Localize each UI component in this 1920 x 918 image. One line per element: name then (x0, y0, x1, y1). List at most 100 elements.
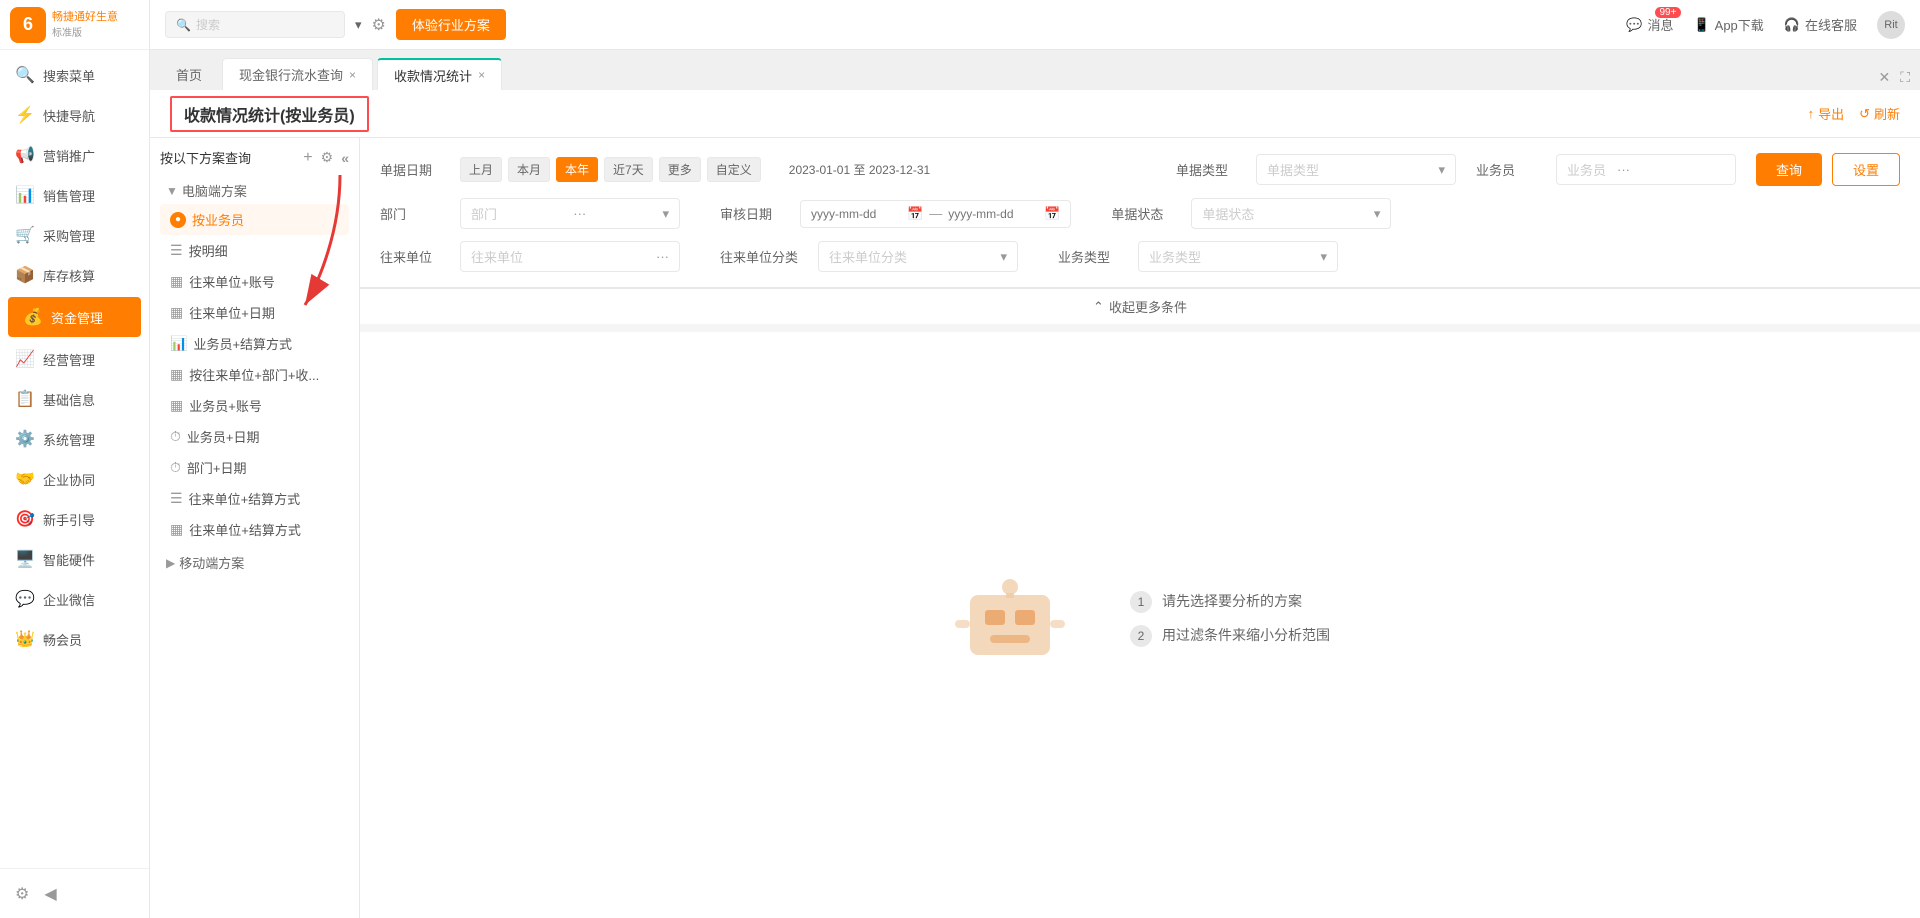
sidebar-item-cooperation[interactable]: 🤝 企业协同 (0, 459, 149, 499)
partner-payment2-icon: ▦ (170, 521, 183, 538)
main-content: 🔍 搜索 ▾ ⚙ 体验行业方案 💬 消息 99+ 📱 App下载 🎧 (150, 0, 1920, 918)
tree-item-by-partner-date-label: 往来单位+日期 (189, 303, 275, 322)
date-btn-this-year[interactable]: 本年 (556, 157, 598, 182)
doc-status-select[interactable]: 单据状态 ▾ (1191, 198, 1391, 229)
left-panel-collapse-icon[interactable]: « (341, 150, 349, 166)
tree-item-by-partner-account[interactable]: ▦ 往来单位+账号 (160, 266, 349, 297)
tabs-bar: 首页 现金银行流水查询 × 收款情况统计 × ✕ ⛶ (150, 50, 1920, 90)
tree-item-by-salesperson-date[interactable]: ⏱ 业务员+日期 (160, 421, 349, 452)
review-date-label: 审核日期 (720, 204, 780, 223)
export-btn[interactable]: ↑ 导出 (1808, 104, 1845, 123)
schema-btn[interactable]: 体验行业方案 (396, 9, 506, 40)
tree-item-by-partner-dept[interactable]: ▦ 按往来单位+部门+收... (160, 359, 349, 390)
doc-type-label: 单据类型 (1176, 160, 1236, 179)
sidebar-item-search[interactable]: 🔍 搜索菜单 (0, 55, 149, 95)
tree-section-mobile-header[interactable]: ▶ 移动端方案 (160, 549, 349, 576)
tree-section-pc-label: 电脑端方案 (182, 181, 247, 200)
tree-item-by-partner-payment2[interactable]: ▦ 往来单位+结算方式 (160, 514, 349, 545)
tree-item-by-dept-date[interactable]: ⏱ 部门+日期 (160, 452, 349, 483)
edition-label: 标准版 (52, 24, 118, 39)
sidebar-item-marketing[interactable]: 📢 营销推广 (0, 135, 149, 175)
page-title: 收款情况统计(按业务员) (184, 108, 355, 125)
tab-home[interactable]: 首页 (160, 58, 218, 90)
sidebar-item-sales[interactable]: 📊 销售管理 (0, 175, 149, 215)
doc-status-arrow: ▾ (1374, 206, 1381, 222)
query-btn[interactable]: 查询 (1756, 153, 1822, 186)
gear-icon[interactable]: ⚙ (372, 15, 386, 35)
sidebar-item-purchase[interactable]: 🛒 采购管理 (0, 215, 149, 255)
salesperson-dots[interactable]: ··· (1617, 162, 1630, 177)
sidebar-item-guide[interactable]: 🎯 新手引导 (0, 499, 149, 539)
messages-badge: 99+ (1655, 7, 1682, 18)
sidebar-item-basic-info[interactable]: 📋 基础信息 (0, 379, 149, 419)
left-panel: 按以下方案查询 + ⚙ « ▼ 电脑端方案 ● 按业务员 (150, 138, 360, 918)
partner-payment1-icon: ☰ (170, 490, 183, 507)
salesperson-select[interactable]: 业务员 ··· (1556, 154, 1736, 185)
calendar-icon-end: 📅 (1044, 206, 1060, 222)
collapse-bar[interactable]: ⌃ 收起更多条件 (360, 288, 1920, 324)
review-date-end[interactable] (948, 207, 1038, 221)
sidebar-nav: 🔍 搜索菜单 ⚡ 快捷导航 📢 营销推广 📊 销售管理 🛒 采购管理 📦 (0, 50, 149, 868)
tabs-close-all-icon[interactable]: ✕ (1878, 69, 1890, 86)
header-search-text: 搜索 (196, 16, 220, 33)
footer-collapse-icon[interactable]: ◀ (44, 884, 56, 904)
date-btn-last-month[interactable]: 上月 (460, 157, 502, 182)
refresh-btn[interactable]: ↺ 刷新 (1859, 104, 1900, 123)
top-header: 🔍 搜索 ▾ ⚙ 体验行业方案 💬 消息 99+ 📱 App下载 🎧 (150, 0, 1920, 50)
tree-item-by-salesperson[interactable]: ● 按业务员 (160, 204, 349, 235)
partner-category-placeholder: 往来单位分类 (829, 247, 907, 266)
sidebar-item-system[interactable]: ⚙️ 系统管理 (0, 419, 149, 459)
tab-collection-stats-close[interactable]: × (478, 68, 485, 82)
sidebar-item-hardware[interactable]: 🖥️ 智能硬件 (0, 539, 149, 579)
doc-status-placeholder: 单据状态 (1202, 204, 1254, 223)
partner-dots[interactable]: ··· (656, 249, 669, 264)
hardware-icon: 🖥️ (15, 549, 35, 569)
messages-btn[interactable]: 💬 消息 99+ (1626, 15, 1673, 34)
tree-item-by-detail[interactable]: ☰ 按明细 (160, 235, 349, 266)
header-dropdown-icon[interactable]: ▾ (355, 17, 362, 33)
sidebar: 6 畅捷通好生意 标准版 🔍 搜索菜单 ⚡ 快捷导航 📢 营销推广 📊 销 (0, 0, 150, 918)
footer-settings-icon[interactable]: ⚙ (15, 884, 29, 904)
tree-section-mobile-label: 移动端方案 (179, 553, 244, 572)
partner-account-icon: ▦ (170, 273, 183, 290)
tabs-expand-icon[interactable]: ⛶ (1900, 69, 1910, 86)
review-date-start[interactable] (811, 207, 901, 221)
partner-date-icon: ▦ (170, 304, 183, 321)
tree-section-pc-header[interactable]: ▼ 电脑端方案 (160, 177, 349, 204)
doc-type-select[interactable]: 单据类型 ▾ (1256, 154, 1456, 185)
salesperson-payment-icon: 📊 (170, 335, 187, 352)
sidebar-item-wechat[interactable]: 💬 企业微信 (0, 579, 149, 619)
tab-bank-flow-close[interactable]: × (349, 68, 356, 82)
purchase-icon: 🛒 (15, 225, 35, 245)
sidebar-item-operations[interactable]: 📈 经营管理 (0, 339, 149, 379)
empty-state: 1 请先选择要分析的方案 2 用过滤条件来缩小分析范围 (360, 332, 1920, 918)
biz-type-select[interactable]: 业务类型 ▾ (1138, 241, 1338, 272)
dept-dots[interactable]: ··· (573, 206, 586, 221)
sidebar-item-inventory[interactable]: 📦 库存核算 (0, 255, 149, 295)
app-download-btn[interactable]: 📱 App下载 (1693, 15, 1763, 34)
tab-bank-flow[interactable]: 现金银行流水查询 × (222, 58, 373, 90)
settings-btn[interactable]: 设置 (1832, 153, 1900, 186)
header-search[interactable]: 🔍 搜索 (165, 11, 345, 38)
sidebar-logo: 6 畅捷通好生意 标准版 (0, 0, 149, 50)
user-avatar-btn[interactable]: Rit (1877, 11, 1905, 39)
date-btn-more[interactable]: 更多 (659, 157, 701, 182)
tree-item-by-partner-payment1[interactable]: ☰ 往来单位+结算方式 (160, 483, 349, 514)
date-btn-custom[interactable]: 自定义 (707, 157, 761, 182)
online-service-btn[interactable]: 🎧 在线客服 (1784, 15, 1857, 34)
tree-item-by-salesperson-account[interactable]: ▦ 业务员+账号 (160, 390, 349, 421)
tree-item-by-partner-payment1-label: 往来单位+结算方式 (189, 489, 301, 508)
tree-item-by-partner-date[interactable]: ▦ 往来单位+日期 (160, 297, 349, 328)
partner-select[interactable]: 往来单位 ··· (460, 241, 680, 272)
left-panel-settings-icon[interactable]: ⚙ (321, 149, 334, 166)
sidebar-item-finance[interactable]: 💰 资金管理 (8, 297, 141, 337)
date-btn-this-month[interactable]: 本月 (508, 157, 550, 182)
date-btn-last-7-days[interactable]: 近7天 (604, 157, 653, 182)
tree-item-by-salesperson-payment[interactable]: 📊 业务员+结算方式 (160, 328, 349, 359)
dept-select[interactable]: 部门 ··· ▾ (460, 198, 680, 229)
left-panel-add-icon[interactable]: + (303, 149, 312, 167)
partner-category-select[interactable]: 往来单位分类 ▾ (818, 241, 1018, 272)
sidebar-item-member[interactable]: 👑 畅会员 (0, 619, 149, 659)
tab-collection-stats[interactable]: 收款情况统计 × (377, 58, 502, 90)
sidebar-item-quick-nav[interactable]: ⚡ 快捷导航 (0, 95, 149, 135)
